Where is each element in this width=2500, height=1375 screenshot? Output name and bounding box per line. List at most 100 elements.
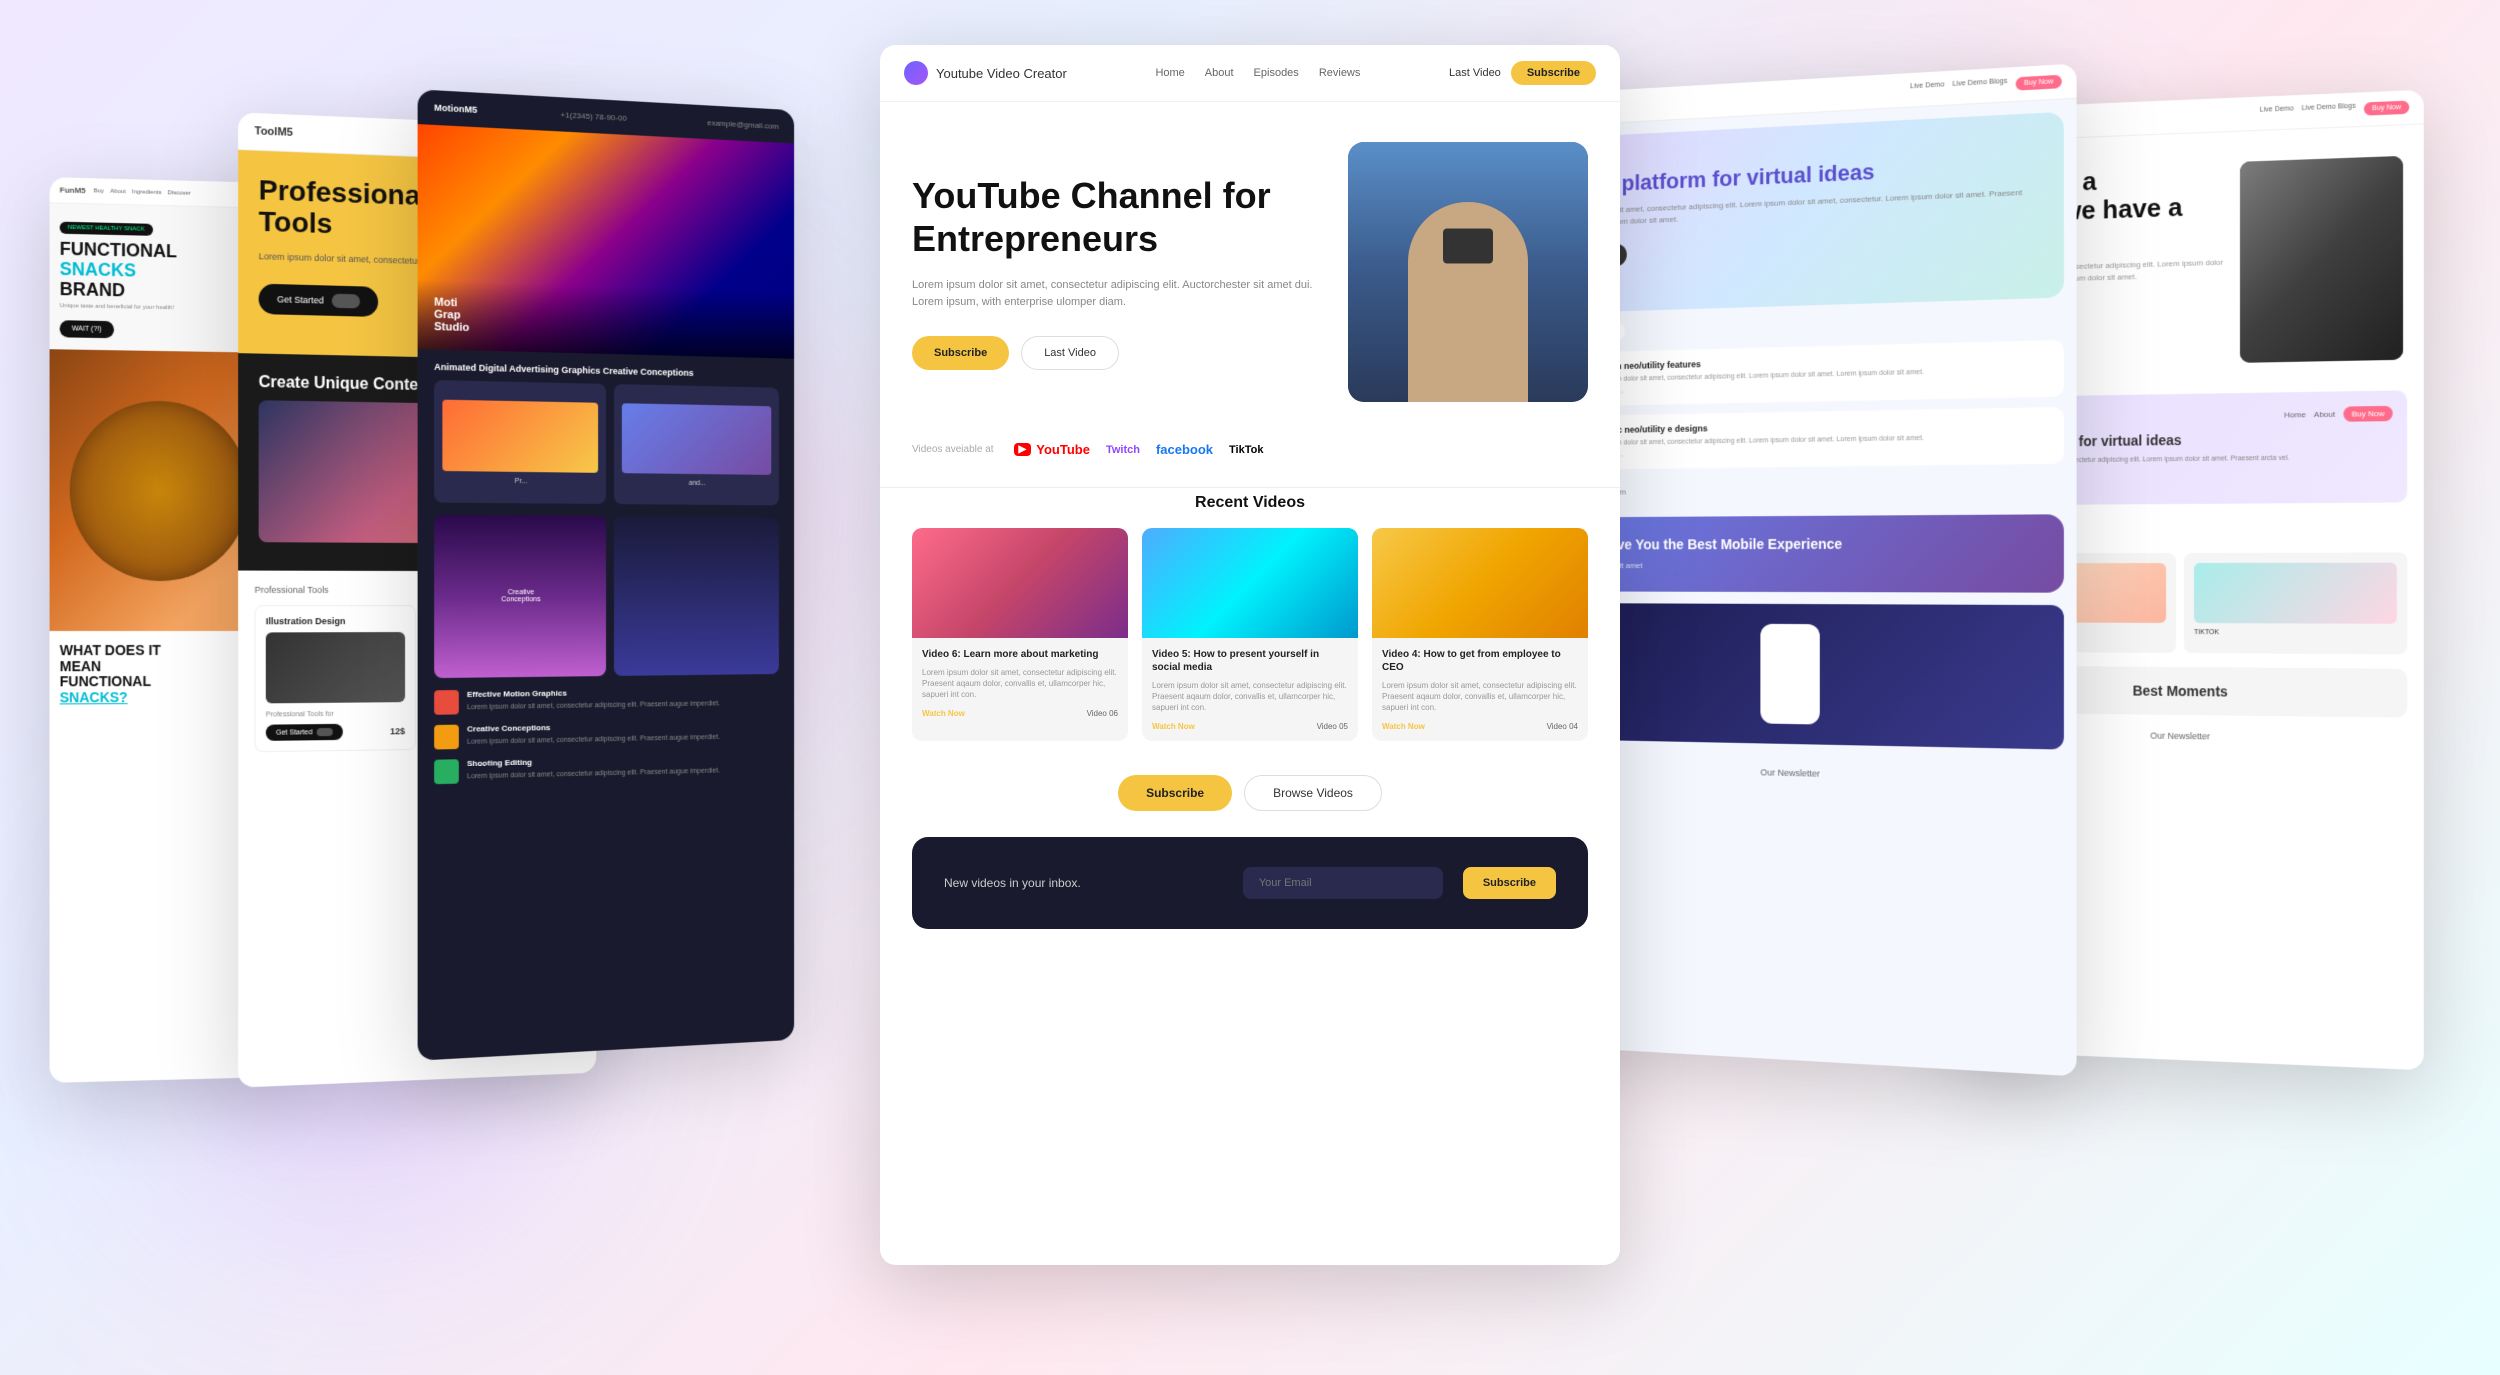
video5-footer: Watch Now Video 05 [1152,722,1348,731]
motionm5-email: example@gmail.com [707,118,779,131]
r2-tiktok-label: TIKTOK [2194,629,2397,637]
snacks-big-title: WHAT DOES ITMEANFUNCTIONAL SNACKS? [60,643,260,705]
cc-subscribe-btn[interactable]: Subscribe [912,336,1009,370]
cc-platforms: Videos aveiable at ▶ YouTube Twitch face… [880,432,1620,481]
cc-recent-title: Recent Videos [912,494,1588,512]
motionm5-hero-img: MotiGrapStudio [418,124,794,359]
video4-info: Video 4: How to get from employee to CEO… [1372,638,1588,741]
motionm5-mini2: and... [614,384,779,505]
separator1 [880,487,1620,488]
motionm5-item2-title: Creative Conceptions [467,719,779,734]
snacks-title-cyan: SNACKS [60,259,136,281]
r2-social-tiktok: TIKTOK [2184,552,2407,654]
r2-hero-image [2240,156,2403,363]
motionm5-mini1-img [442,399,598,472]
snacks-badge: NEWEST HEALTHY SNACK [60,222,153,236]
motionm5-mini2-label: and... [689,479,706,486]
cc-recent-videos: Recent Videos Video 6: Learn more about … [880,494,1620,765]
motionm5-item-shooting: Shooting Editing Lorem ipsum dolor sit a… [434,752,779,784]
video4-thumb [1372,528,1588,638]
tool1-toggle[interactable] [316,728,332,736]
motionm5-icon-shooting [434,759,459,784]
snacks-nav-buy[interactable]: Buy [94,188,104,194]
toolm5-tool-illustration: Illustration Design Professional Tools f… [255,605,416,752]
snacks-nav-discover[interactable]: Discover [167,190,190,197]
snacks-nav-about[interactable]: About [110,188,126,194]
r1-nav-livedemo[interactable]: Live Demo [1910,81,1944,96]
snacks-nav-ingredients[interactable]: Ingredients [132,189,162,196]
r1-grad-desc: Lorem ipsum dolor sit amet [1551,559,2043,571]
cc-email-submit[interactable]: Subscribe [1463,867,1556,899]
motionm5-icon-creative [434,725,459,750]
motionm5-section1: Animated Digital Advertising Graphics Cr… [418,349,794,807]
motionm5-item1-desc: Lorem ipsum dolor sit amet, consectetur … [467,699,779,714]
snacks-card: FunM5 Buy About Ingredients Discover NEW… [50,177,269,1083]
cc-logo-circle [904,61,928,85]
cc-nav: Youtube Video Creator Home About Episode… [880,45,1620,102]
video6-watch[interactable]: Watch Now [922,709,965,718]
snacks-hero-btn[interactable]: WAIT (?!) [60,321,114,339]
cc-nav-home[interactable]: Home [1155,67,1184,79]
cc-email-section: New videos in your inbox. Subscribe [912,837,1588,929]
r2-funm5-nav-links: Home About Buy Now [2284,406,2393,423]
tiktok-badge: TikTok [1229,444,1263,456]
cc-email-input[interactable] [1243,867,1443,899]
toolm5-toggle[interactable] [332,294,360,309]
cc-last-video-btn[interactable]: Last Video [1021,336,1119,370]
cc-videos-grid: Video 6: Learn more about marketing Lore… [912,528,1588,741]
video4-number: Video 04 [1547,722,1578,731]
video5-watch[interactable]: Watch Now [1152,722,1195,731]
motionm5-item3-desc: Lorem ipsum dolor sit amet, consectetur … [467,765,779,782]
video6-title: Video 6: Learn more about marketing [922,648,1118,661]
video-card-6: Video 6: Learn more about marketing Lore… [912,528,1128,741]
r2-funm5-nav-about[interactable]: About [2314,410,2335,419]
youtube-creator-card: Youtube Video Creator Home About Episode… [880,45,1620,1265]
toolm5-hero-btn[interactable]: Get Started [259,284,378,317]
video4-watch[interactable]: Watch Now [1382,722,1425,731]
cc-nav-episodes[interactable]: Episodes [1254,67,1299,79]
motionm5-mini-cards: Pr... and... [434,380,779,505]
toolm5-tool1-price: 12$ [390,726,405,736]
motionm5-card: MotionM5 +1(2345) 78-90-00 example@gmail… [418,89,794,1060]
cc-bottom-subscribe[interactable]: Subscribe [1118,775,1232,811]
cc-browse-videos[interactable]: Browse Videos [1244,775,1382,811]
cc-nav-reviews[interactable]: Reviews [1319,67,1361,79]
cc-hero-btns: Subscribe Last Video [912,336,1324,370]
video5-title: Video 5: How to present yourself in soci… [1152,648,1348,674]
r2-funm5-nav-home[interactable]: Home [2284,410,2306,419]
toolm5-tool1-get-started[interactable]: Get Started [266,724,343,741]
motionm5-img1-label: CreativeConceptions [497,585,544,607]
r2-nav-livedemo[interactable]: Live Demo [2260,105,2294,119]
cc-nav-about[interactable]: About [1205,67,1234,79]
snacks-hero-sub: Unique taste and beneficial for your hea… [60,303,260,313]
r1-nav-liveblogs[interactable]: Live Demo Blogs [1953,78,2008,94]
motionm5-item-motion: Effective Motion Graphics Lorem ipsum do… [434,686,779,715]
toolm5-tool1-title: Illustration Design [266,616,405,626]
motionm5-item1-title: Effective Motion Graphics [467,686,779,699]
r1-nav-links: Live Demo Live Demo Blogs Buy Now [1910,75,2062,97]
r2-nav-liveblogs[interactable]: Live Demo Blogs [2302,103,2356,118]
snacks-cyan-word: SNACKS? [60,689,128,705]
video6-footer: Watch Now Video 06 [922,709,1118,718]
snacks-logo: FunM5 [60,185,86,195]
motionm5-img2 [614,516,779,676]
snacks-cookie-image [50,350,269,632]
r1-nav-buynow[interactable]: Buy Now [2016,75,2062,91]
r2-hero-img-inner [2240,156,2403,363]
cc-hero-camera [1443,229,1493,264]
motionm5-img1: CreativeConceptions [434,515,606,678]
video4-desc: Lorem ipsum dolor sit amet, consectetur … [1382,680,1578,714]
video6-number: Video 06 [1087,709,1118,718]
r2-nav-buynow[interactable]: Buy Now [2364,101,2409,116]
r2-tiktok-img [2194,563,2397,624]
cc-hero-title: YouTube Channel for Entrepreneurs [912,174,1324,260]
r1-feature2-desc: Lorem ipsum dolor sit amet, consectetur … [1583,434,1924,449]
cc-nav-subscribe-btn[interactable]: Subscribe [1511,61,1596,85]
video5-thumb [1142,528,1358,638]
motionm5-item2-desc: Lorem ipsum dolor sit amet, consectetur … [467,732,779,748]
video4-footer: Watch Now Video 04 [1382,722,1578,731]
r2-funm5-buynow[interactable]: Buy Now [2343,406,2392,422]
video4-title: Video 4: How to get from employee to CEO [1382,648,1578,674]
r1-feature2-readmore[interactable]: Read More → [1583,448,1924,460]
cc-nav-lastvideo[interactable]: Last Video [1449,67,1501,79]
